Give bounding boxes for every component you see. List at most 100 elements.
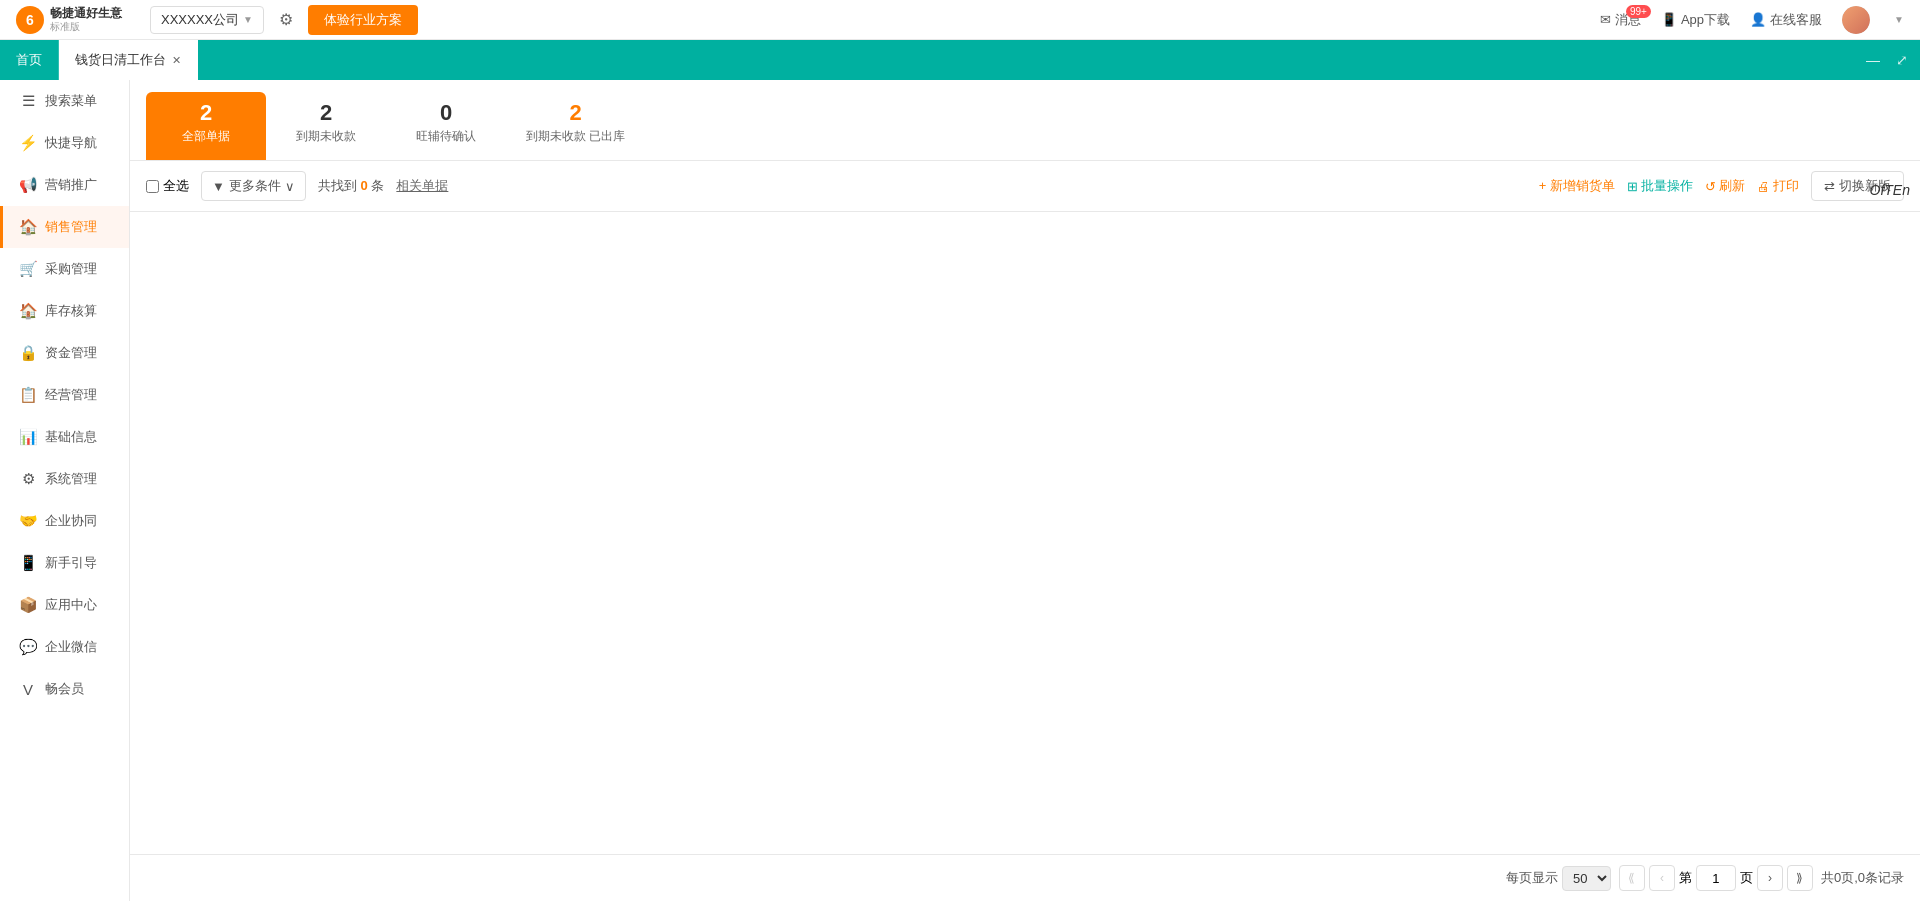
trial-button[interactable]: 体验行业方案: [308, 5, 418, 35]
refresh-label: 刷新: [1719, 177, 1745, 195]
logo-area: 6 畅捷通好生意 标准版: [16, 6, 122, 34]
page-prev-button[interactable]: ‹: [1649, 865, 1675, 891]
sidebar-inventory-label: 库存核算: [45, 302, 97, 320]
total-info: 共0页,0条记录: [1821, 869, 1904, 887]
pagination: 每页显示 50 ⟪ ‹ 第 页 › ⟫ 共0页,0条记录: [130, 854, 1920, 901]
select-all-checkbox[interactable]: 全选: [146, 177, 189, 195]
app-download-button[interactable]: 📱 App下载: [1661, 11, 1730, 29]
result-count: 0: [361, 178, 368, 193]
stat-tab-all[interactable]: 2 全部单据: [146, 92, 266, 160]
tab-home-label: 首页: [16, 51, 42, 69]
filter-label: 更多条件: [229, 177, 281, 195]
result-text: 共找到 0 条: [318, 177, 384, 195]
often-label: OfTEn: [1870, 182, 1910, 198]
select-all-input[interactable]: [146, 180, 159, 193]
filter-chevron-icon: ∨: [285, 179, 295, 194]
sidebar-item-app-center[interactable]: 📦 应用中心: [0, 584, 129, 626]
sidebar-base-info-label: 基础信息: [45, 428, 97, 446]
stat-tab-overdue[interactable]: 2 到期未收款: [266, 92, 386, 160]
avatar-image: [1842, 6, 1870, 34]
chevron-down-icon: ▼: [243, 14, 253, 25]
page-last-button[interactable]: ⟫: [1787, 865, 1813, 891]
sidebar-finance-label: 资金管理: [45, 344, 97, 362]
window-expand-icon[interactable]: ⤢: [1892, 48, 1912, 72]
online-service-label: 在线客服: [1770, 11, 1822, 29]
sidebar-item-wechat[interactable]: 💬 企业微信: [0, 626, 129, 668]
finance-icon: 🔒: [19, 344, 37, 362]
user-name[interactable]: ▼: [1890, 14, 1904, 25]
sidebar-item-operations[interactable]: 📋 经营管理: [0, 374, 129, 416]
page-size-select: 每页显示 50: [1506, 866, 1611, 891]
message-button[interactable]: ✉ 消息 99+: [1600, 11, 1641, 29]
sidebar-item-base-info[interactable]: 📊 基础信息: [0, 416, 129, 458]
filter-button[interactable]: ▼ 更多条件 ∨: [201, 171, 306, 201]
sidebar-sales-label: 销售管理: [45, 218, 97, 236]
app-center-icon: 📦: [19, 596, 37, 614]
user-chevron-icon: ▼: [1894, 14, 1904, 25]
settings-icon[interactable]: ⚙: [272, 6, 300, 34]
page-size-dropdown[interactable]: 50: [1562, 866, 1611, 891]
page-unit: 页: [1740, 869, 1753, 887]
online-service-button[interactable]: 👤 在线客服: [1750, 11, 1822, 29]
toolbar-left: 全选 ▼ 更多条件 ∨ 共找到 0 条 相关单据: [146, 171, 1527, 201]
tab-workspace[interactable]: 钱货日清工作台 ✕: [59, 40, 198, 80]
guide-icon: 📱: [19, 554, 37, 572]
print-button[interactable]: 🖨 打印: [1757, 177, 1799, 195]
marketing-icon: 📢: [19, 176, 37, 194]
sidebar-item-guide[interactable]: 📱 新手引导: [0, 542, 129, 584]
sidebar-guide-label: 新手引导: [45, 554, 97, 572]
stat-label-all: 全部单据: [166, 128, 246, 145]
page-number-input[interactable]: [1696, 865, 1736, 891]
search-menu-icon: ☰: [19, 92, 37, 110]
sidebar-item-inventory[interactable]: 🏠 库存核算: [0, 290, 129, 332]
sidebar-item-member[interactable]: V 畅会员: [0, 668, 129, 710]
main-layout: ☰ 搜索菜单 ⚡ 快捷导航 📢 营销推广 🏠 销售管理 🛒 采购管理 🏠 库存核…: [0, 80, 1920, 901]
refresh-button[interactable]: ↺ 刷新: [1705, 177, 1745, 195]
add-order-button[interactable]: + 新增销货单: [1539, 177, 1615, 195]
page-size-label: 每页显示: [1506, 869, 1558, 887]
message-badge: 99+: [1626, 5, 1651, 18]
sidebar-item-finance[interactable]: 🔒 资金管理: [0, 332, 129, 374]
stats-tabs: 2 全部单据 2 到期未收款 0 旺辅待确认 2 到期未收款 已出库: [130, 80, 1920, 161]
message-icon: ✉: [1600, 12, 1611, 27]
logo-icon: 6: [16, 6, 44, 34]
sidebar-item-search-menu[interactable]: ☰ 搜索菜单: [0, 80, 129, 122]
sidebar-system-label: 系统管理: [45, 470, 97, 488]
sidebar-item-system[interactable]: ⚙ 系统管理: [0, 458, 129, 500]
sidebar-item-cooperation[interactable]: 🤝 企业协同: [0, 500, 129, 542]
purchase-icon: 🛒: [19, 260, 37, 278]
batch-label: 批量操作: [1641, 177, 1693, 195]
company-selector[interactable]: XXXXXX公司 ▼: [150, 6, 264, 34]
select-all-label: 全选: [163, 177, 189, 195]
page-next-button[interactable]: ›: [1757, 865, 1783, 891]
logo-text: 畅捷通好生意 标准版: [50, 6, 122, 32]
sidebar-item-quick-nav[interactable]: ⚡ 快捷导航: [0, 122, 129, 164]
app-download-label: App下载: [1681, 11, 1730, 29]
sidebar-item-marketing[interactable]: 📢 营销推广: [0, 164, 129, 206]
page-first-button[interactable]: ⟪: [1619, 865, 1645, 891]
sidebar-marketing-label: 营销推广: [45, 176, 97, 194]
stat-count-overdue: 2: [286, 100, 366, 126]
window-minimize-icon[interactable]: —: [1862, 48, 1884, 72]
batch-operation-button[interactable]: ⊞ 批量操作: [1627, 177, 1693, 195]
stat-label-overdue: 到期未收款: [286, 128, 366, 145]
user-avatar[interactable]: [1842, 6, 1870, 34]
logo-title: 畅捷通好生意: [50, 6, 122, 20]
sidebar-member-label: 畅会员: [45, 680, 84, 698]
refresh-icon: ↺: [1705, 179, 1716, 194]
filter-icon: ▼: [212, 179, 225, 194]
sidebar-purchase-label: 采购管理: [45, 260, 97, 278]
stat-tab-shipped[interactable]: 2 到期未收款 已出库: [506, 92, 645, 160]
stat-label-wangpu: 旺辅待确认: [406, 128, 486, 145]
related-orders-link[interactable]: 相关单据: [396, 177, 448, 195]
table-area: [130, 212, 1920, 854]
stat-tab-wangpu[interactable]: 0 旺辅待确认: [386, 92, 506, 160]
system-icon: ⚙: [19, 470, 37, 488]
tab-close-icon[interactable]: ✕: [172, 54, 181, 67]
member-icon: V: [19, 680, 37, 698]
quick-nav-icon: ⚡: [19, 134, 37, 152]
base-info-icon: 📊: [19, 428, 37, 446]
tab-home[interactable]: 首页: [0, 40, 59, 80]
sidebar-item-purchase[interactable]: 🛒 采购管理: [0, 248, 129, 290]
sidebar-item-sales[interactable]: 🏠 销售管理: [0, 206, 129, 248]
